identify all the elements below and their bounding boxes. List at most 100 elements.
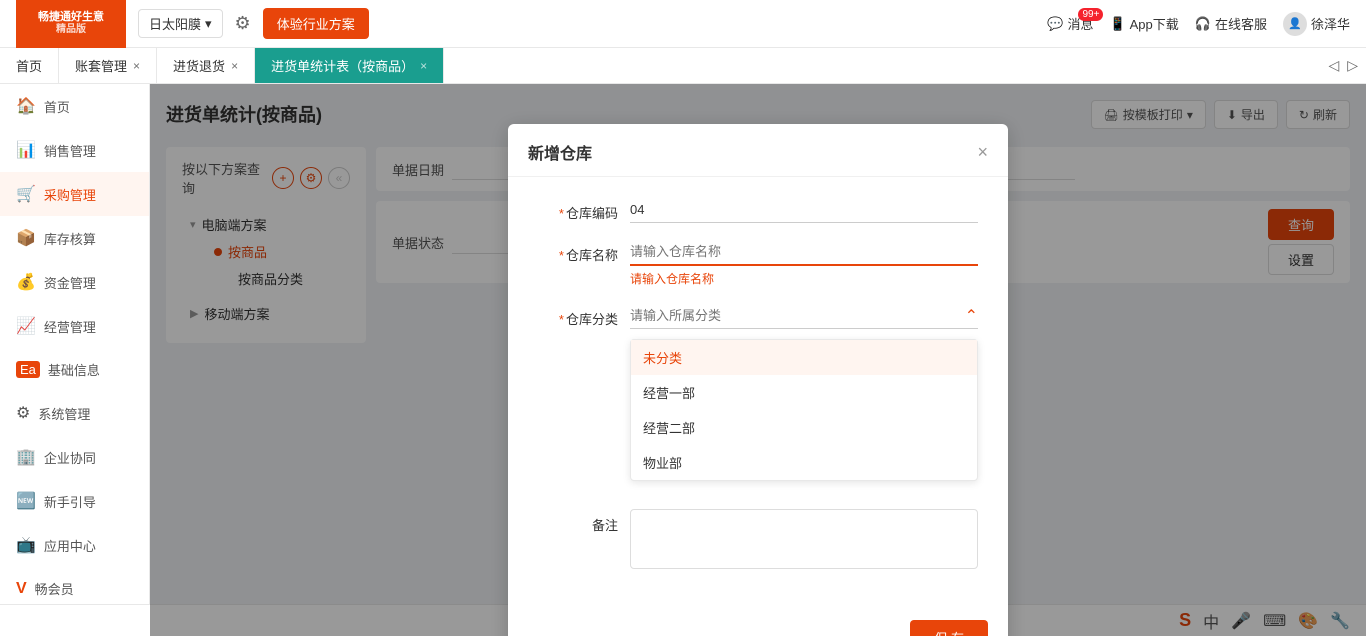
sidebar-item-purchase[interactable]: 🛒 采购管理 (0, 172, 149, 216)
content-area: 进货单统计(按商品) 🖨 按模板打印 ▾ ⬇ 导出 ↻ 刷新 (150, 84, 1366, 636)
sidebar-app-center-label: 应用中心 (44, 536, 96, 555)
guide-icon: 🆕 (16, 491, 36, 511)
sidebar-item-operation[interactable]: 📈 经营管理 (0, 304, 149, 348)
sidebar: 🏠 首页 📊 销售管理 🛒 采购管理 📦 库存核算 💰 资金管理 📈 经营管理 … (0, 84, 150, 636)
chevron-down-icon: ▾ (205, 16, 212, 32)
dropdown-item-none[interactable]: 未分类 (631, 340, 977, 375)
sidebar-item-sales[interactable]: 📊 销售管理 (0, 128, 149, 172)
tab-home-label: 首页 (16, 56, 42, 75)
main-layout: 🏠 首页 📊 销售管理 🛒 采购管理 📦 库存核算 💰 资金管理 📈 经营管理 … (0, 84, 1366, 636)
top-bar: 畅捷通好生意 精品版 日太阳膜 ▾ ⚙ 体验行业方案 💬 消息 99+ 📱 Ap… (0, 0, 1366, 48)
app-center-icon: 📺 (16, 535, 36, 555)
new-warehouse-modal: 新增仓库 × 仓库编码 仓库名称 (508, 124, 1008, 636)
dropdown-item-dept2-label: 经营二部 (643, 421, 695, 436)
app-download-item[interactable]: 📱 App下载 (1109, 14, 1178, 33)
name-error-msg: 请输入仓库名称 (630, 270, 978, 287)
sidebar-vip-label: 畅会员 (35, 579, 74, 598)
code-label: 仓库编码 (538, 197, 618, 222)
name-field-row: 仓库名称 请输入仓库名称 (538, 239, 978, 287)
sidebar-item-home[interactable]: 🏠 首页 (0, 84, 149, 128)
sidebar-finance-label: 资金管理 (44, 273, 96, 292)
tab-home[interactable]: 首页 (0, 48, 59, 83)
code-input[interactable] (630, 197, 978, 223)
brand-logo: 畅捷通好生意 精品版 (16, 0, 126, 48)
trial-button[interactable]: 体验行业方案 (263, 8, 369, 39)
phone-icon: 📱 (1109, 16, 1125, 32)
sidebar-item-inventory[interactable]: 📦 库存核算 (0, 216, 149, 260)
brand-subtext: 精品版 (38, 24, 104, 36)
tab-accounts[interactable]: 账套管理 × (59, 48, 157, 83)
tab-purchase-return[interactable]: 进货退货 × (157, 48, 255, 83)
category-chevron-icon[interactable]: ⌃ (965, 306, 978, 326)
tab-expand-icon[interactable]: ▷ (1347, 57, 1358, 74)
tab-purchase-stats-label: 进货单统计表（按商品） (271, 56, 414, 75)
category-field-row: 仓库分类 ⌃ 未分类 (538, 303, 978, 329)
top-bar-right: 💬 消息 99+ 📱 App下载 🎧 在线客服 👤 徐泽华 (1047, 12, 1350, 36)
message-icon: 💬 (1047, 16, 1063, 32)
modal-close-button[interactable]: × (977, 142, 988, 163)
inventory-icon: 📦 (16, 228, 36, 248)
finance-icon: 💰 (16, 272, 36, 292)
modal-body: 仓库编码 仓库名称 请输入仓库名称 (508, 177, 1008, 608)
top-bar-left: 畅捷通好生意 精品版 日太阳膜 ▾ ⚙ 体验行业方案 (16, 0, 369, 48)
category-input[interactable] (630, 303, 965, 328)
note-field-row: 备注 (538, 509, 978, 572)
modal-footer: 保 存 (508, 608, 1008, 636)
modal-overlay: 新增仓库 × 仓库编码 仓库名称 (150, 84, 1366, 636)
sidebar-inventory-label: 库存核算 (44, 229, 96, 248)
name-input-wrap: 请输入仓库名称 (630, 239, 978, 287)
online-service-item[interactable]: 🎧 在线客服 (1195, 14, 1267, 33)
code-field-row: 仓库编码 (538, 197, 978, 223)
avatar: 👤 (1283, 12, 1307, 36)
settings-icon[interactable]: ⚙ (235, 13, 251, 34)
sidebar-enterprise-label: 企业协同 (44, 448, 96, 467)
name-label: 仓库名称 (538, 239, 618, 264)
sidebar-sales-label: 销售管理 (44, 141, 96, 160)
save-button[interactable]: 保 存 (910, 620, 988, 636)
brand-name: 畅捷通好生意 (38, 11, 104, 24)
sidebar-item-guide[interactable]: 🆕 新手引导 (0, 479, 149, 523)
dropdown-item-property[interactable]: 物业部 (631, 445, 977, 480)
note-label: 备注 (538, 509, 618, 534)
tab-purchase-return-label: 进货退货 (173, 56, 225, 75)
sidebar-system-label: 系统管理 (38, 404, 90, 423)
sidebar-item-basic[interactable]: Ea 基础信息 (0, 348, 149, 391)
dropdown-item-dept2[interactable]: 经营二部 (631, 410, 977, 445)
operation-icon: 📈 (16, 316, 36, 336)
modal-title: 新增仓库 (528, 140, 592, 164)
store-selector[interactable]: 日太阳膜 ▾ (138, 9, 223, 38)
home-icon: 🏠 (16, 96, 36, 116)
headset-icon: 🎧 (1195, 16, 1211, 32)
sidebar-item-system[interactable]: ⚙ 系统管理 (0, 391, 149, 435)
sidebar-item-app-center[interactable]: 📺 应用中心 (0, 523, 149, 567)
sales-icon: 📊 (16, 140, 36, 160)
tab-purchase-stats-close[interactable]: × (420, 59, 427, 73)
sidebar-home-label: 首页 (44, 97, 70, 116)
sidebar-guide-label: 新手引导 (44, 492, 96, 511)
store-name: 日太阳膜 (149, 14, 201, 33)
dropdown-item-dept1[interactable]: 经营一部 (631, 375, 977, 410)
modal-header: 新增仓库 × (508, 124, 1008, 177)
note-input-wrap (630, 509, 978, 572)
sidebar-purchase-label: 采购管理 (44, 185, 96, 204)
sidebar-item-enterprise[interactable]: 🏢 企业协同 (0, 435, 149, 479)
basic-icon: Ea (16, 361, 40, 378)
tab-shrink-icon[interactable]: ◁ (1328, 57, 1339, 74)
tab-accounts-close[interactable]: × (133, 59, 140, 73)
system-icon: ⚙ (16, 403, 30, 423)
code-input-wrap (630, 197, 978, 223)
notification-item[interactable]: 💬 消息 99+ (1047, 14, 1093, 33)
tab-bar-actions: ◁ ▷ (1320, 48, 1366, 83)
sidebar-item-finance[interactable]: 💰 资金管理 (0, 260, 149, 304)
user-item[interactable]: 👤 徐泽华 (1283, 12, 1350, 36)
sidebar-basic-label: 基础信息 (48, 360, 100, 379)
tab-purchase-stats[interactable]: 进货单统计表（按商品） × (255, 48, 444, 83)
purchase-icon: 🛒 (16, 184, 36, 204)
name-input[interactable] (630, 239, 978, 266)
tab-accounts-label: 账套管理 (75, 56, 127, 75)
category-input-row: ⌃ (630, 303, 978, 329)
tab-purchase-return-close[interactable]: × (231, 59, 238, 73)
sidebar-operation-label: 经营管理 (44, 317, 96, 336)
enterprise-icon: 🏢 (16, 447, 36, 467)
note-textarea[interactable] (630, 509, 978, 569)
